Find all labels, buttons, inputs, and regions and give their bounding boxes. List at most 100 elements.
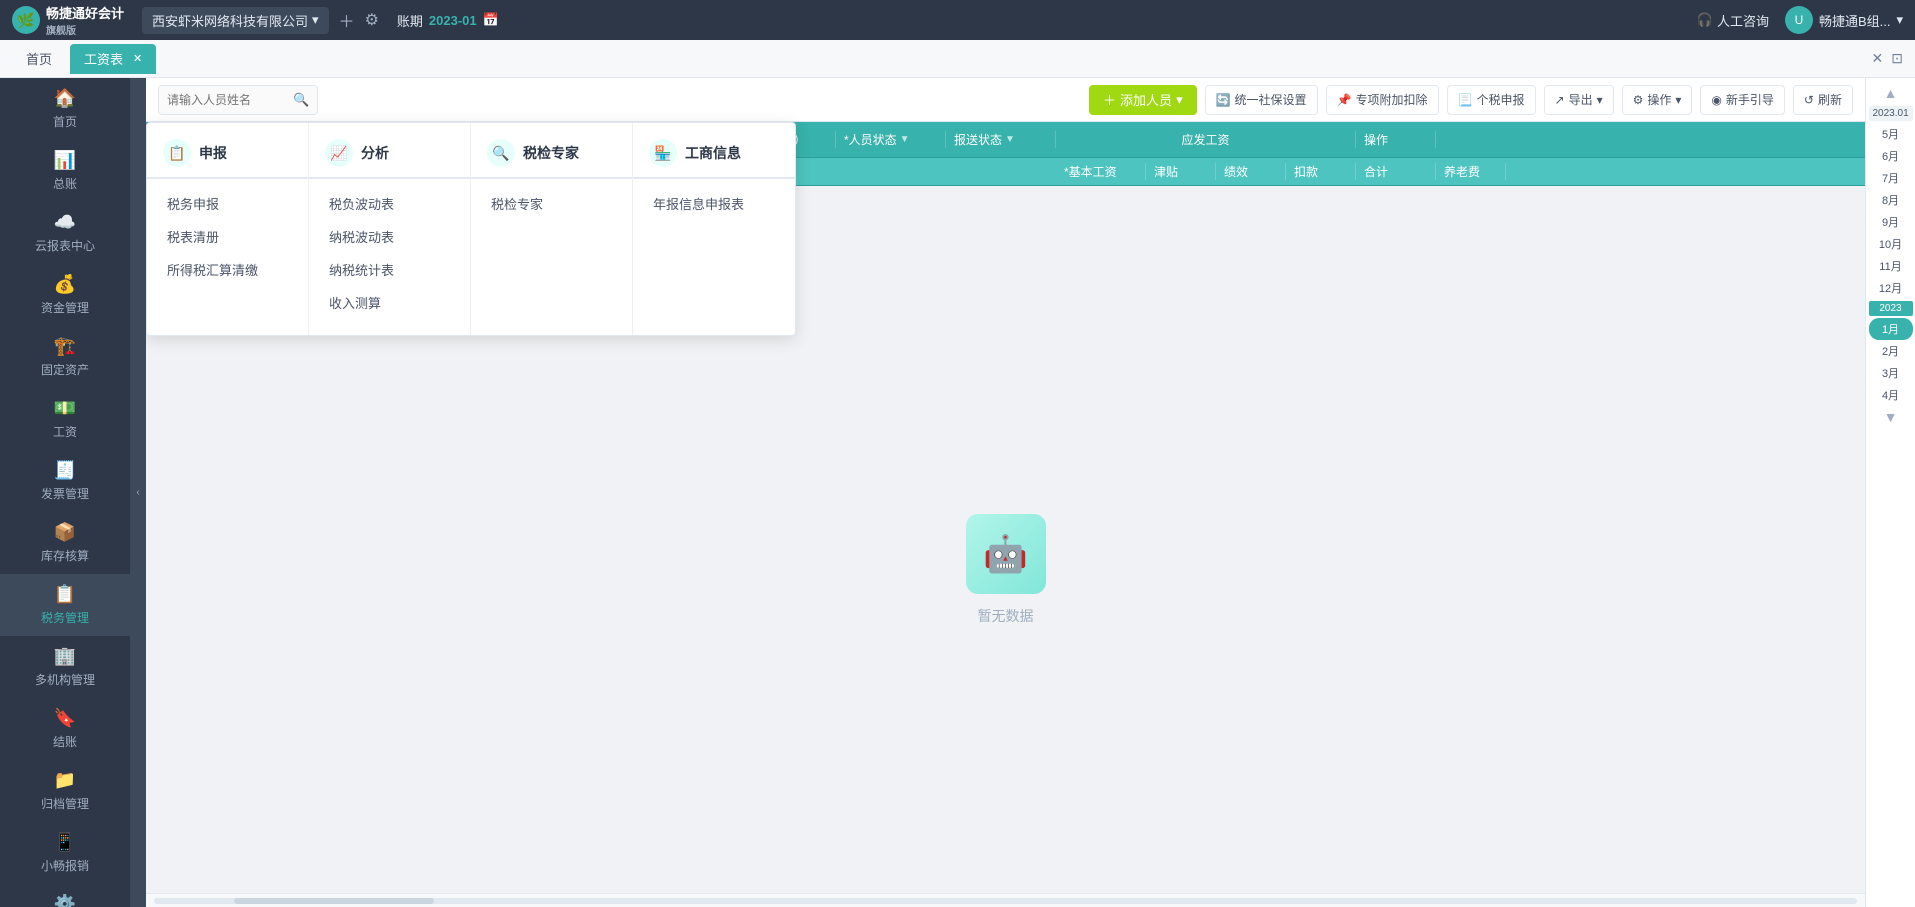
export-chevron-icon: ▾ <box>1597 93 1603 107</box>
period-display: 账期 2023-01 📅 <box>397 11 499 30</box>
sub-col-base-label: *基本工资 <box>1064 163 1117 180</box>
payroll-icon: 💵 <box>54 398 76 419</box>
invoice-icon: 🧾 <box>54 460 76 481</box>
sidebar-item-close[interactable]: 🔖 结账 <box>0 698 130 760</box>
special-deduction-button[interactable]: 📌 专项附加扣除 <box>1326 85 1439 115</box>
empty-icon: 🤖 <box>966 514 1046 594</box>
popup-item-tax-burden[interactable]: 税负波动表 <box>309 187 470 220</box>
timeline-month-9[interactable]: 9月 <box>1869 211 1913 233</box>
window-close-icon[interactable]: ✕ <box>1872 50 1884 67</box>
timeline-month-11[interactable]: 11月 <box>1869 255 1913 277</box>
content-area: 🔍 ＋ 添加人员 ▾ 🔄 统一社保设置 📌 专项附加扣除 📃 <box>146 78 1865 907</box>
timeline-month-8[interactable]: 8月 <box>1869 189 1913 211</box>
popup-item-tax-fluctuation[interactable]: 纳税波动表 <box>309 220 470 253</box>
timeline-month-2[interactable]: 2月 <box>1869 340 1913 362</box>
add-company-icon[interactable]: ＋ <box>339 8 355 32</box>
timeline-month-7[interactable]: 7月 <box>1869 167 1913 189</box>
horizontal-scrollbar[interactable] <box>146 893 1865 907</box>
add-person-button[interactable]: ＋ 添加人员 ▾ <box>1089 85 1197 115</box>
tab-home[interactable]: 首页 <box>12 44 66 74</box>
scrollbar-track <box>154 898 1857 904</box>
timeline-month-1[interactable]: 1月 <box>1869 318 1913 340</box>
guide-button[interactable]: ◉ 新手引导 <box>1700 85 1785 115</box>
popup-item-tax-filing[interactable]: 税务申报 <box>147 187 308 220</box>
col-status[interactable]: *人员状态 ▼ <box>836 131 946 148</box>
tax-icon: 📋 <box>54 584 76 605</box>
send-filter-icon[interactable]: ▼ <box>1005 134 1015 145</box>
company-selector[interactable]: 西安虾米网络科技有限公司 ▾ <box>142 7 329 34</box>
user-menu[interactable]: U 畅捷通B组... ▾ <box>1785 6 1903 34</box>
sub-col-deduct: 扣款 <box>1286 163 1356 180</box>
sidebar-item-tax[interactable]: 📋 税务管理 <box>0 574 130 636</box>
business-header-icon: 🏪 <box>649 139 677 167</box>
popup-grid: 📋 申报 税务申报 税表清册 所得税汇算清缴 📈 分析 税负波动表 纳税波动表 … <box>147 123 795 335</box>
add-icon: ＋ <box>1103 90 1116 109</box>
status-filter-icon[interactable]: ▼ <box>900 134 910 145</box>
tab-payroll[interactable]: 工资表 ✕ <box>70 44 156 74</box>
scrollbar-thumb[interactable] <box>234 898 434 904</box>
timeline-month-10[interactable]: 10月 <box>1869 233 1913 255</box>
user-chevron-icon: ▾ <box>1896 12 1903 28</box>
period-value: 2023-01 <box>429 13 477 28</box>
sub-col-total-label: 合计 <box>1364 163 1388 180</box>
refresh-button[interactable]: ↺ 刷新 <box>1793 85 1853 115</box>
popup-item-tax-stats[interactable]: 纳税统计表 <box>309 253 470 286</box>
tab-home-label: 首页 <box>26 49 52 68</box>
sidebar-item-multi-org[interactable]: 🏢 多机构管理 <box>0 636 130 698</box>
window-restore-icon[interactable]: ⊡ <box>1891 50 1903 67</box>
sidebar: 🏠 首页 📊 总账 ☁️ 云报表中心 💰 资金管理 🏗️ 固定资产 💵 工资 🧾… <box>0 78 130 907</box>
popup-item-expert[interactable]: 税检专家 <box>471 187 632 220</box>
tax-filing-button[interactable]: 📃 个税申报 <box>1447 85 1536 115</box>
multi-org-icon: 🏢 <box>54 646 76 667</box>
sub-col-perf-label: 绩效 <box>1224 163 1248 180</box>
sidebar-item-asset[interactable]: 🏗️ 固定资产 <box>0 326 130 388</box>
timeline-year-2023-marker: 2023 <box>1869 301 1913 316</box>
tab-close-icon[interactable]: ✕ <box>133 52 142 65</box>
operate-button[interactable]: ⚙ 操作 ▾ <box>1622 85 1693 115</box>
operate-icon: ⚙ <box>1633 93 1644 107</box>
sidebar-item-inventory[interactable]: 📦 库存核算 <box>0 512 130 574</box>
sidebar-collapse-button[interactable]: ‹ <box>130 78 146 907</box>
right-timeline: ▲ 2023.01 5月 6月 7月 8月 9月 10月 11月 12月 202… <box>1865 78 1915 907</box>
calendar-icon[interactable]: 📅 <box>483 12 499 28</box>
social-icon: 🔄 <box>1216 93 1231 107</box>
timeline-up-arrow[interactable]: ▲ <box>1881 82 1901 104</box>
timeline-month-12[interactable]: 12月 <box>1869 277 1913 299</box>
timeline-month-5[interactable]: 5月 <box>1869 123 1913 145</box>
sub-col-pension-label: 养老费 <box>1444 163 1480 180</box>
sidebar-label-home: 首页 <box>53 113 77 130</box>
chevron-down-icon: ▾ <box>312 12 319 28</box>
search-icon: 🔍 <box>293 92 309 108</box>
popup-item-annual-report[interactable]: 年报信息申报表 <box>633 187 795 220</box>
sidebar-item-fund[interactable]: 💰 资金管理 <box>0 264 130 326</box>
sidebar-item-ledger[interactable]: 📊 总账 <box>0 140 130 202</box>
timeline-down-arrow[interactable]: ▼ <box>1881 406 1901 428</box>
popup-item-tax-table[interactable]: 税表清册 <box>147 220 308 253</box>
popup-col-expert: 🔍 税检专家 税检专家 <box>471 123 633 335</box>
popup-item-income-calc[interactable]: 收入测算 <box>309 286 470 319</box>
support-button[interactable]: 🎧 人工咨询 <box>1697 11 1769 30</box>
sidebar-item-archive[interactable]: 📁 归档管理 <box>0 760 130 822</box>
app-logo: 🌿 畅捷通好会计 旗舰版 <box>12 3 132 37</box>
timeline-month-4[interactable]: 4月 <box>1869 384 1913 406</box>
settings-icon[interactable]: ⚙ <box>365 10 379 30</box>
sidebar-label-expense: 小畅报销 <box>41 857 89 874</box>
sidebar-item-expense[interactable]: 📱 小畅报销 <box>0 822 130 884</box>
social-insurance-button[interactable]: 🔄 统一社保设置 <box>1205 85 1318 115</box>
sidebar-item-home[interactable]: 🏠 首页 <box>0 78 130 140</box>
popup-item-tax-settle[interactable]: 所得税汇算清缴 <box>147 253 308 286</box>
sidebar-item-settings[interactable]: ⚙️ 基础设置 <box>0 884 130 907</box>
timeline-month-3[interactable]: 3月 <box>1869 362 1913 384</box>
logo-icon: 🌿 <box>12 6 40 34</box>
popup-col-declaration: 📋 申报 税务申报 税表清册 所得税汇算清缴 <box>147 123 309 335</box>
export-button[interactable]: ↗ 导出 ▾ <box>1544 85 1614 115</box>
search-input[interactable] <box>167 93 287 107</box>
col-send-status[interactable]: 报送状态 ▼ <box>946 131 1056 148</box>
guide-label: 新手引导 <box>1726 91 1774 108</box>
app-sub: 旗舰版 <box>46 22 124 37</box>
timeline-month-6[interactable]: 6月 <box>1869 145 1913 167</box>
search-wrap: 🔍 <box>158 85 318 115</box>
sidebar-item-invoice[interactable]: 🧾 发票管理 <box>0 450 130 512</box>
sidebar-item-payroll[interactable]: 💵 工资 <box>0 388 130 450</box>
sidebar-item-cloud[interactable]: ☁️ 云报表中心 <box>0 202 130 264</box>
